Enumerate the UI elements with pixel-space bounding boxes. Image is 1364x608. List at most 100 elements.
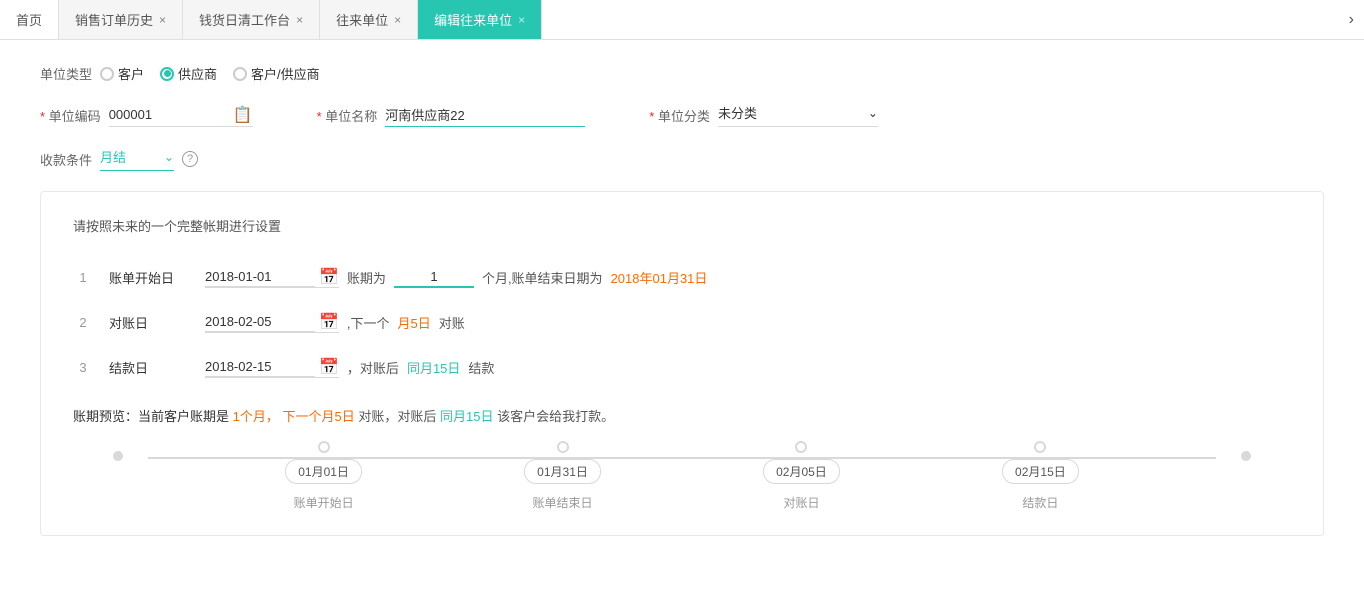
step-2-date-wrapper: 📅 [205, 312, 339, 333]
tab-sales-history[interactable]: 销售订单历史 × [59, 0, 183, 39]
radio-customer-circle [100, 67, 114, 81]
step-2-name: 对账日 [109, 313, 189, 332]
close-icon[interactable]: × [518, 13, 525, 27]
period-section: 请按照未来的一个完整帐期进行设置 1 账单开始日 📅 账期为 个月,账单结束日期… [40, 191, 1324, 536]
step-1-num: 1 [73, 270, 93, 285]
calendar-icon[interactable]: 📅 [319, 267, 339, 287]
end-date-highlight: 2018年01月31日 [611, 268, 708, 287]
collection-value: 月结 [100, 147, 160, 166]
timeline-dot-3 [795, 441, 807, 453]
period-label: 账期为 [347, 268, 386, 287]
preview-mid2: 对账，对账后 [358, 409, 436, 424]
unit-category-value: 未分类 [718, 103, 864, 122]
step-2-desc-prefix: ,下一个 [347, 313, 390, 332]
timeline-dot-4 [1034, 441, 1046, 453]
step-3-desc-prefix: ，对账后 [347, 358, 399, 377]
tab-expand-button[interactable]: › [1339, 0, 1364, 39]
unit-name-input[interactable] [385, 103, 585, 127]
radio-customer-label: 客户 [118, 64, 144, 83]
chevron-down-icon: ⌄ [164, 150, 174, 164]
timeline-badge-3: 02月05日 [763, 459, 840, 484]
preview-end: 同月15日 [440, 409, 493, 424]
help-icon[interactable]: ? [182, 151, 198, 167]
collection-label: 收款条件 [40, 150, 92, 169]
timeline-item-2: 01月31日 账单结束日 [524, 441, 601, 511]
unit-category-group: 单位分类 未分类 ⌄ [649, 103, 878, 127]
unit-category-select[interactable]: 未分类 ⌄ [718, 103, 878, 127]
unit-code-group: 单位编码 📋 [40, 103, 253, 127]
timeline-dot-2 [557, 441, 569, 453]
tab-partner-unit-label: 往来单位 [336, 10, 388, 29]
radio-customer-supplier[interactable]: 客户/供应商 [233, 64, 320, 83]
collection-group: 收款条件 月结 ⌄ ? [40, 147, 198, 171]
preview-prefix: 账期预览：当前客户账期是 [73, 409, 229, 424]
timeline-dot-1 [318, 441, 330, 453]
step-1-row: 1 账单开始日 📅 账期为 个月,账单结束日期为 2018年01月31日 [73, 255, 1291, 300]
collection-row: 收款条件 月结 ⌄ ? [40, 147, 1324, 171]
radio-cs-circle [233, 67, 247, 81]
tab-bar: 首页 销售订单历史 × 钱货日清工作台 × 往来单位 × 编辑往来单位 × › [0, 0, 1364, 40]
timeline-item-4: 02月15日 结款日 [1002, 441, 1079, 511]
step-1-date-input[interactable] [205, 267, 315, 287]
radio-supplier-label: 供应商 [178, 64, 217, 83]
radio-group: 客户 供应商 客户/供应商 [100, 64, 320, 83]
timeline-label-3: 对账日 [783, 494, 819, 511]
step-3-content: 📅 ，对账后 同月15日 结款 [205, 357, 1291, 378]
timeline-label-2: 账单结束日 [533, 494, 593, 511]
period-unit-text: 个月,账单结束日期为 [482, 268, 603, 287]
step-1-content: 📅 账期为 个月,账单结束日期为 2018年01月31日 [205, 267, 1291, 288]
unit-category-label: 单位分类 [649, 106, 710, 125]
tab-partner-unit[interactable]: 往来单位 × [320, 0, 418, 39]
unit-type-group: 单位类型 客户 供应商 客户/供应商 [40, 64, 320, 83]
step-3-row: 3 结款日 📅 ，对账后 同月15日 结款 [73, 345, 1291, 390]
step-3-desc-suffix: 结款 [468, 358, 494, 377]
calendar-icon[interactable]: 📅 [319, 357, 339, 377]
timeline-container: 01月01日 账单开始日 01月31日 账单结束日 02月05日 对账日 [73, 441, 1291, 511]
unit-type-row: 单位类型 客户 供应商 客户/供应商 [40, 64, 1324, 83]
tab-cash-work[interactable]: 钱货日清工作台 × [183, 0, 320, 39]
unit-name-group: 单位名称 [317, 103, 586, 127]
timeline-label-4: 结款日 [1022, 494, 1058, 511]
timeline-badge-4: 02月15日 [1002, 459, 1079, 484]
main-content: 单位类型 客户 供应商 客户/供应商 单位编码 [0, 40, 1364, 608]
step-2-content: 📅 ,下一个 月5日 对账 [205, 312, 1291, 333]
step-3-highlight: 同月15日 [407, 358, 460, 377]
period-value-input[interactable] [394, 267, 474, 288]
timeline-item-1: 01月01日 账单开始日 [285, 441, 362, 511]
tab-edit-partner-label: 编辑往来单位 [434, 10, 512, 29]
timeline-badge-1: 01月01日 [285, 459, 362, 484]
timeline-start [113, 451, 123, 461]
tab-edit-partner[interactable]: 编辑往来单位 × [418, 0, 542, 39]
calendar-icon[interactable]: 📅 [319, 312, 339, 332]
step-3-date-wrapper: 📅 [205, 357, 339, 378]
unit-code-label: 单位编码 [40, 106, 101, 125]
step-2-row: 2 对账日 📅 ,下一个 月5日 对账 [73, 300, 1291, 345]
step-2-date-input[interactable] [205, 312, 315, 332]
close-icon[interactable]: × [394, 13, 401, 27]
section-hint: 请按照未来的一个完整帐期进行设置 [73, 216, 1291, 235]
preview-row: 账期预览：当前客户账期是 1个月， 下一个月5日 对账，对账后 同月15日 该客… [73, 406, 1291, 425]
radio-customer[interactable]: 客户 [100, 64, 144, 83]
radio-cs-label: 客户/供应商 [251, 64, 320, 83]
timeline-start-dot [113, 451, 123, 461]
radio-supplier[interactable]: 供应商 [160, 64, 217, 83]
unit-name-label: 单位名称 [317, 106, 378, 125]
copy-icon[interactable]: 📋 [233, 105, 253, 125]
preview-period: 1个月， [233, 409, 279, 424]
unit-code-input[interactable] [109, 103, 229, 126]
radio-supplier-circle [160, 67, 174, 81]
timeline-end-dot [1241, 451, 1251, 461]
step-2-desc-suffix: 对账 [439, 313, 465, 332]
unit-code-input-wrapper: 📋 [109, 103, 253, 127]
step-2-highlight: 月5日 [398, 313, 431, 332]
unit-type-label: 单位类型 [40, 64, 92, 83]
close-icon[interactable]: × [296, 13, 303, 27]
collection-select[interactable]: 月结 ⌄ [100, 147, 174, 171]
timeline-item-3: 02月05日 对账日 [763, 441, 840, 511]
step-2-num: 2 [73, 315, 93, 330]
step-3-name: 结款日 [109, 358, 189, 377]
tab-home[interactable]: 首页 [0, 0, 59, 39]
close-icon[interactable]: × [159, 13, 166, 27]
preview-suffix: 该客户会给我打款。 [497, 409, 614, 424]
step-3-date-input[interactable] [205, 357, 315, 377]
